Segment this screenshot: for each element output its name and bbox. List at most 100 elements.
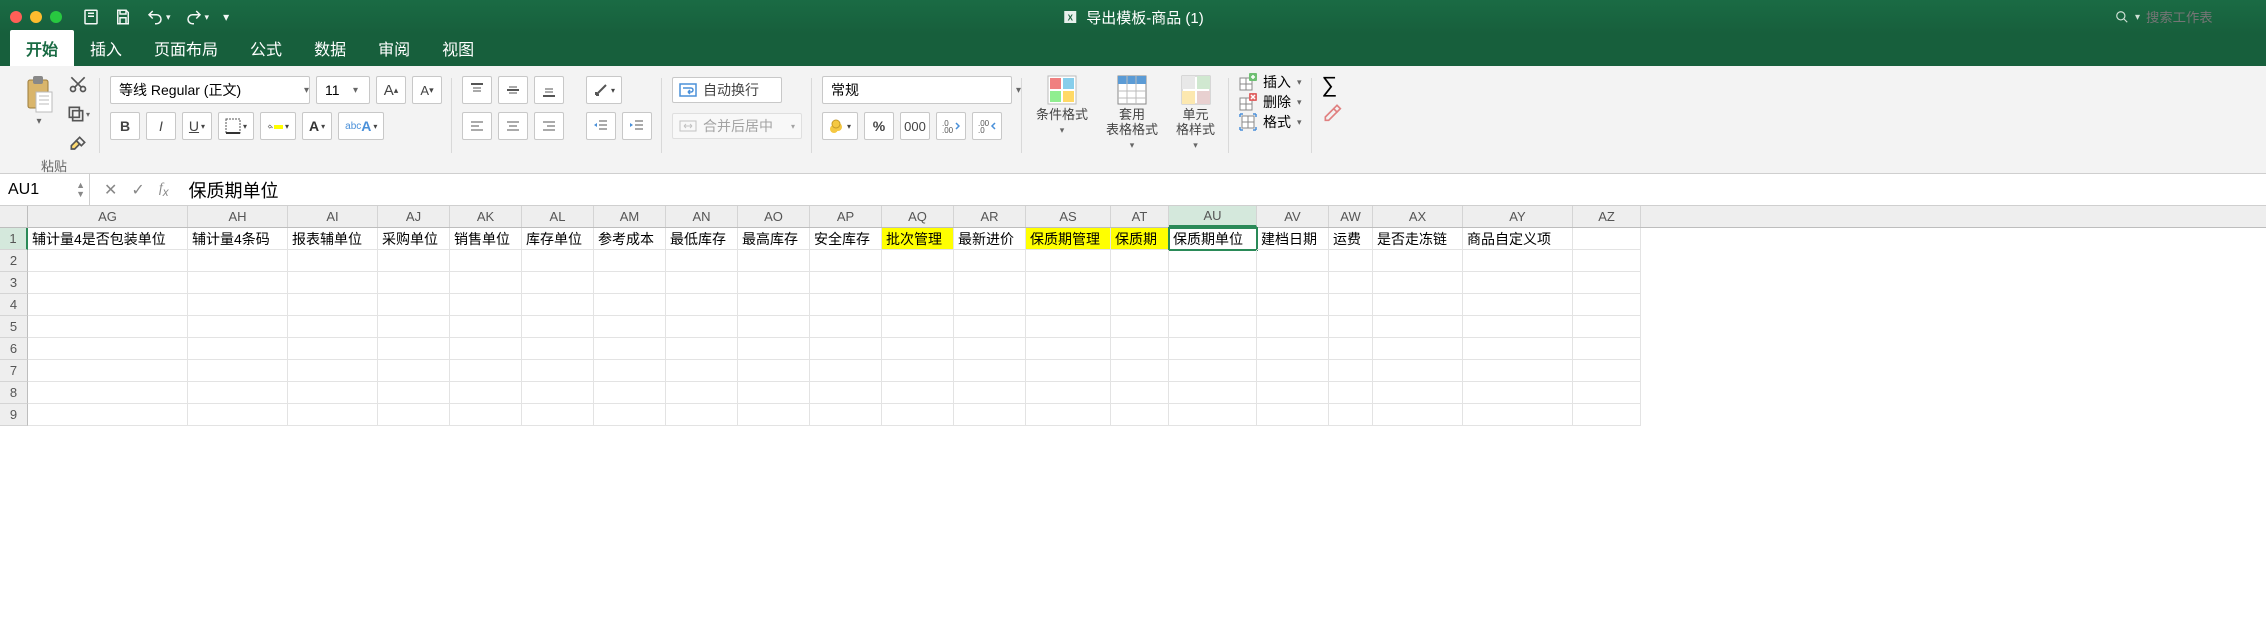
namebox-down-icon[interactable]: ▼: [76, 190, 85, 199]
clear-button[interactable]: [1322, 102, 1342, 122]
maximize-window-button[interactable]: [50, 11, 62, 23]
column-header-AY[interactable]: AY: [1463, 206, 1573, 227]
column-header-AS[interactable]: AS: [1026, 206, 1111, 227]
cell-AV3[interactable]: [1257, 272, 1329, 294]
cell-AI3[interactable]: [288, 272, 378, 294]
cell-AY5[interactable]: [1463, 316, 1573, 338]
cell-AV1[interactable]: 建档日期: [1257, 228, 1329, 250]
cell-AJ3[interactable]: [378, 272, 450, 294]
cell-AJ7[interactable]: [378, 360, 450, 382]
cell-AW4[interactable]: [1329, 294, 1373, 316]
cell-AQ5[interactable]: [882, 316, 954, 338]
tab-数据[interactable]: 数据: [298, 30, 362, 66]
align-center-button[interactable]: [498, 112, 528, 140]
cell-AP4[interactable]: [810, 294, 882, 316]
cell-AK8[interactable]: [450, 382, 522, 404]
cell-AR3[interactable]: [954, 272, 1026, 294]
cell-AO4[interactable]: [738, 294, 810, 316]
cell-AX9[interactable]: [1373, 404, 1463, 426]
cell-AH7[interactable]: [188, 360, 288, 382]
increase-font-button[interactable]: A▴: [376, 76, 406, 104]
cell-AT2[interactable]: [1111, 250, 1169, 272]
italic-button[interactable]: I: [146, 112, 176, 140]
cell-AV7[interactable]: [1257, 360, 1329, 382]
cell-AU1[interactable]: 保质期单位: [1169, 228, 1257, 250]
cell-AK2[interactable]: [450, 250, 522, 272]
cell-AZ3[interactable]: [1573, 272, 1641, 294]
cell-AT5[interactable]: [1111, 316, 1169, 338]
cell-AL7[interactable]: [522, 360, 594, 382]
cell-AG5[interactable]: [28, 316, 188, 338]
cell-AT8[interactable]: [1111, 382, 1169, 404]
cell-AG2[interactable]: [28, 250, 188, 272]
cell-AH3[interactable]: [188, 272, 288, 294]
font-name-input[interactable]: [119, 82, 300, 98]
row-header-8[interactable]: 8: [0, 382, 28, 404]
cell-AZ6[interactable]: [1573, 338, 1641, 360]
cell-AZ5[interactable]: [1573, 316, 1641, 338]
column-header-AO[interactable]: AO: [738, 206, 810, 227]
cell-AG7[interactable]: [28, 360, 188, 382]
cell-AX2[interactable]: [1373, 250, 1463, 272]
row-header-4[interactable]: 4: [0, 294, 28, 316]
cell-AI2[interactable]: [288, 250, 378, 272]
cell-AM9[interactable]: [594, 404, 666, 426]
cell-AT1[interactable]: 保质期: [1111, 228, 1169, 250]
bold-button[interactable]: B: [110, 112, 140, 140]
cell-AP7[interactable]: [810, 360, 882, 382]
cell-AO8[interactable]: [738, 382, 810, 404]
cell-AW7[interactable]: [1329, 360, 1373, 382]
decrease-indent-button[interactable]: [586, 112, 616, 140]
cell-AI1[interactable]: 报表辅单位: [288, 228, 378, 250]
cell-AU5[interactable]: [1169, 316, 1257, 338]
row-header-7[interactable]: 7: [0, 360, 28, 382]
cell-AK1[interactable]: 销售单位: [450, 228, 522, 250]
cell-AR1[interactable]: 最新进价: [954, 228, 1026, 250]
tab-公式[interactable]: 公式: [234, 30, 298, 66]
formula-input[interactable]: [183, 179, 2266, 200]
column-header-AK[interactable]: AK: [450, 206, 522, 227]
column-header-AZ[interactable]: AZ: [1573, 206, 1641, 227]
cell-AO3[interactable]: [738, 272, 810, 294]
tab-视图[interactable]: 视图: [426, 30, 490, 66]
column-header-AL[interactable]: AL: [522, 206, 594, 227]
cell-AS1[interactable]: 保质期管理: [1026, 228, 1111, 250]
cell-AZ8[interactable]: [1573, 382, 1641, 404]
name-box[interactable]: AU1 ▲▼: [0, 174, 90, 205]
cell-AP8[interactable]: [810, 382, 882, 404]
column-header-AJ[interactable]: AJ: [378, 206, 450, 227]
row-header-5[interactable]: 5: [0, 316, 28, 338]
cell-AO1[interactable]: 最高库存: [738, 228, 810, 250]
tab-开始[interactable]: 开始: [10, 30, 74, 66]
cell-AQ1[interactable]: 批次管理: [882, 228, 954, 250]
row-header-3[interactable]: 3: [0, 272, 28, 294]
border-button[interactable]: ▾: [218, 112, 254, 140]
cell-AV2[interactable]: [1257, 250, 1329, 272]
cell-AY9[interactable]: [1463, 404, 1573, 426]
cell-AI7[interactable]: [288, 360, 378, 382]
cell-AH9[interactable]: [188, 404, 288, 426]
cell-AM7[interactable]: [594, 360, 666, 382]
cell-AK6[interactable]: [450, 338, 522, 360]
cell-AJ2[interactable]: [378, 250, 450, 272]
cell-AL6[interactable]: [522, 338, 594, 360]
delete-cells-button[interactable]: 删除▾: [1239, 92, 1302, 112]
cell-AG8[interactable]: [28, 382, 188, 404]
format-as-table-button[interactable]: 套用 表格格式▾: [1102, 72, 1162, 153]
cell-AV6[interactable]: [1257, 338, 1329, 360]
cell-AM6[interactable]: [594, 338, 666, 360]
cell-AR5[interactable]: [954, 316, 1026, 338]
cell-AS6[interactable]: [1026, 338, 1111, 360]
cell-AI6[interactable]: [288, 338, 378, 360]
tab-插入[interactable]: 插入: [74, 30, 138, 66]
cell-AX6[interactable]: [1373, 338, 1463, 360]
tab-审阅[interactable]: 审阅: [362, 30, 426, 66]
cell-AY1[interactable]: 商品自定义项: [1463, 228, 1573, 250]
percent-button[interactable]: %: [864, 112, 894, 140]
cell-AW8[interactable]: [1329, 382, 1373, 404]
wrap-text-button[interactable]: 自动换行: [672, 77, 782, 103]
cell-AQ6[interactable]: [882, 338, 954, 360]
orientation-button[interactable]: ▾: [586, 76, 622, 104]
row-header-9[interactable]: 9: [0, 404, 28, 426]
decrease-decimal-button[interactable]: .00.0: [972, 112, 1002, 140]
